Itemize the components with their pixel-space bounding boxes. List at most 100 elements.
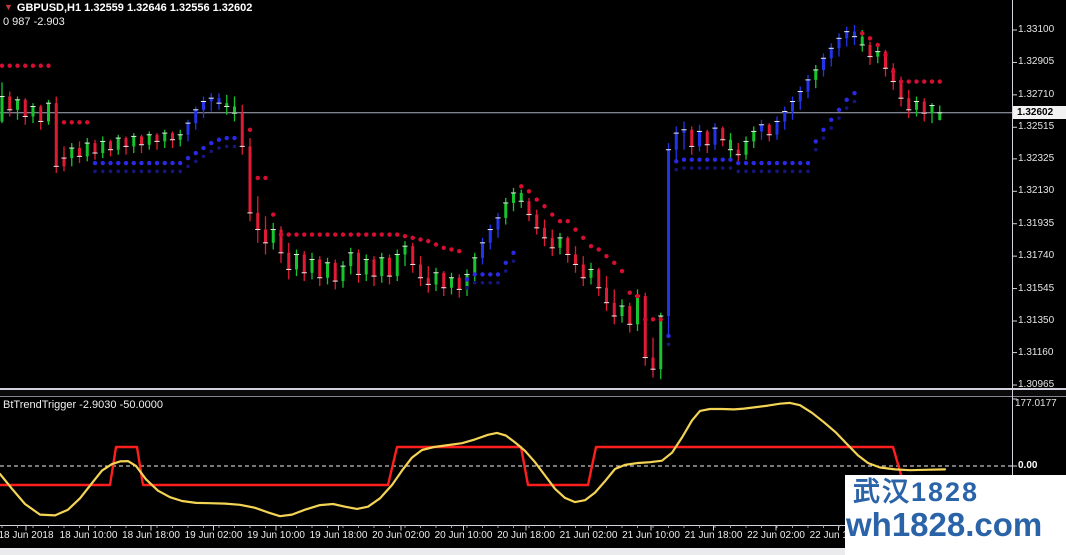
buy-signal-dot-dim xyxy=(814,148,818,152)
buy-signal-dot xyxy=(775,161,779,165)
buy-signal-dot xyxy=(124,161,128,165)
chart-canvas[interactable] xyxy=(0,0,1066,555)
buy-signal-dot xyxy=(178,161,182,165)
buy-signal-dot-dim xyxy=(512,259,516,263)
sell-signal-dot xyxy=(349,232,353,236)
buy-signal-dot-dim xyxy=(109,170,113,174)
sell-signal-dot xyxy=(558,219,562,223)
buy-signal-dot xyxy=(194,151,198,155)
sell-signal-dot xyxy=(294,232,298,236)
buy-signal-dot-dim xyxy=(845,106,849,110)
buy-signal-dot xyxy=(767,161,771,165)
time-axis-label: 18 Jun 18:00 xyxy=(122,530,180,541)
time-axis-label: 19 Jun 02:00 xyxy=(185,530,243,541)
buy-signal-dot xyxy=(806,161,810,165)
buy-signal-dot xyxy=(225,136,229,140)
sell-signal-dot xyxy=(527,189,531,193)
buy-signal-dot-dim xyxy=(744,170,748,174)
buy-signal-dot xyxy=(504,261,508,265)
sell-signal-dot xyxy=(434,242,438,246)
buy-signal-dot-dim xyxy=(674,168,678,172)
buy-signal-dot xyxy=(845,98,849,102)
buy-signal-dot xyxy=(697,157,701,161)
sell-signal-dot xyxy=(597,247,601,251)
sell-signal-dot xyxy=(341,232,345,236)
sell-signal-dot xyxy=(635,294,639,298)
sell-signal-dot xyxy=(868,36,872,40)
time-axis-label: 20 Jun 18:00 xyxy=(497,530,555,541)
sell-signal-dot xyxy=(457,249,461,253)
buy-signal-dot xyxy=(186,156,190,160)
price-axis-label: 1.31350 xyxy=(1018,315,1054,326)
buy-signal-dot xyxy=(93,161,97,165)
buy-signal-dot xyxy=(829,118,833,122)
sell-signal-dot xyxy=(395,232,399,236)
sell-signal-dot xyxy=(651,317,655,321)
price-axis-label: 1.31740 xyxy=(1018,250,1054,261)
buy-signal-dot-dim xyxy=(705,166,709,170)
buy-signal-dot-dim xyxy=(132,170,136,174)
buy-signal-dot xyxy=(480,272,484,276)
buy-signal-dot-dim xyxy=(171,170,175,174)
sell-signal-dot xyxy=(659,317,663,321)
sell-signal-dot xyxy=(263,176,267,180)
buy-signal-dot xyxy=(821,128,825,132)
sell-signal-dot xyxy=(333,232,337,236)
watermark: 武汉1828 wh1828.com xyxy=(845,475,1066,555)
buy-signal-dot-dim xyxy=(698,166,702,170)
buy-signal-dot-dim xyxy=(837,116,841,120)
buy-signal-dot-dim xyxy=(140,170,144,174)
sell-signal-dot xyxy=(620,269,624,273)
sell-signal-dot xyxy=(70,120,74,124)
buy-signal-dot-dim xyxy=(116,170,120,174)
buy-signal-dot-dim xyxy=(155,170,159,174)
watermark-line2: wh1828.com xyxy=(846,507,1066,543)
sell-signal-dot xyxy=(411,236,415,240)
buy-signal-dot-dim xyxy=(217,146,221,150)
buy-signal-dot xyxy=(132,161,136,165)
sell-signal-dot xyxy=(372,232,376,236)
buy-signal-dot xyxy=(473,272,477,276)
sell-signal-dot xyxy=(8,64,12,68)
sell-signal-dot xyxy=(364,232,368,236)
price-axis-label: 1.31935 xyxy=(1018,218,1054,229)
sell-signal-dot xyxy=(604,254,608,258)
buy-signal-dot-dim xyxy=(775,170,779,174)
buy-signal-dot xyxy=(511,251,515,255)
buy-signal-dot-dim xyxy=(209,150,213,154)
buy-signal-dot xyxy=(170,161,174,165)
sell-signal-dot xyxy=(449,247,453,251)
symbol-ohlc-text: GBPUSD,H1 1.32559 1.32646 1.32556 1.3260… xyxy=(17,2,252,14)
sell-signal-dot xyxy=(550,212,554,216)
price-axis-label: 1.33100 xyxy=(1018,24,1054,35)
sell-signal-dot xyxy=(23,64,27,68)
price-axis-label: 1.32130 xyxy=(1018,185,1054,196)
indicator-trigger-line xyxy=(0,403,945,516)
sell-signal-dot xyxy=(876,43,880,47)
buy-signal-dot-dim xyxy=(713,166,717,170)
time-axis-label: 18 Jun 10:00 xyxy=(60,530,118,541)
sell-signal-dot xyxy=(256,176,260,180)
buy-signal-dot-dim xyxy=(760,170,764,174)
buy-signal-dot xyxy=(705,157,709,161)
buy-signal-dot-dim xyxy=(504,269,508,273)
sell-signal-dot xyxy=(310,232,314,236)
panel-splitter-lower xyxy=(0,396,1066,397)
buy-signal-dot xyxy=(201,146,205,150)
buy-signal-dot-dim xyxy=(667,342,671,346)
sell-signal-dot xyxy=(628,291,632,295)
sell-signal-dot xyxy=(62,120,66,124)
symbol-dropdown-icon[interactable]: ▼ xyxy=(4,2,13,12)
buy-signal-dot-dim xyxy=(829,126,833,130)
buy-signal-dot-dim xyxy=(233,145,237,149)
sell-signal-dot xyxy=(418,237,422,241)
buy-signal-dot-dim xyxy=(752,170,756,174)
buy-signal-dot xyxy=(209,141,213,145)
buy-signal-dot-dim xyxy=(822,136,826,140)
buy-signal-dot xyxy=(496,272,500,276)
sell-signal-dot xyxy=(403,234,407,238)
price-axis-label: 1.31160 xyxy=(1018,347,1053,358)
indicator-zero-label: 0.00 xyxy=(1018,460,1037,471)
buy-signal-dot xyxy=(759,161,763,165)
buy-signal-dot xyxy=(783,161,787,165)
